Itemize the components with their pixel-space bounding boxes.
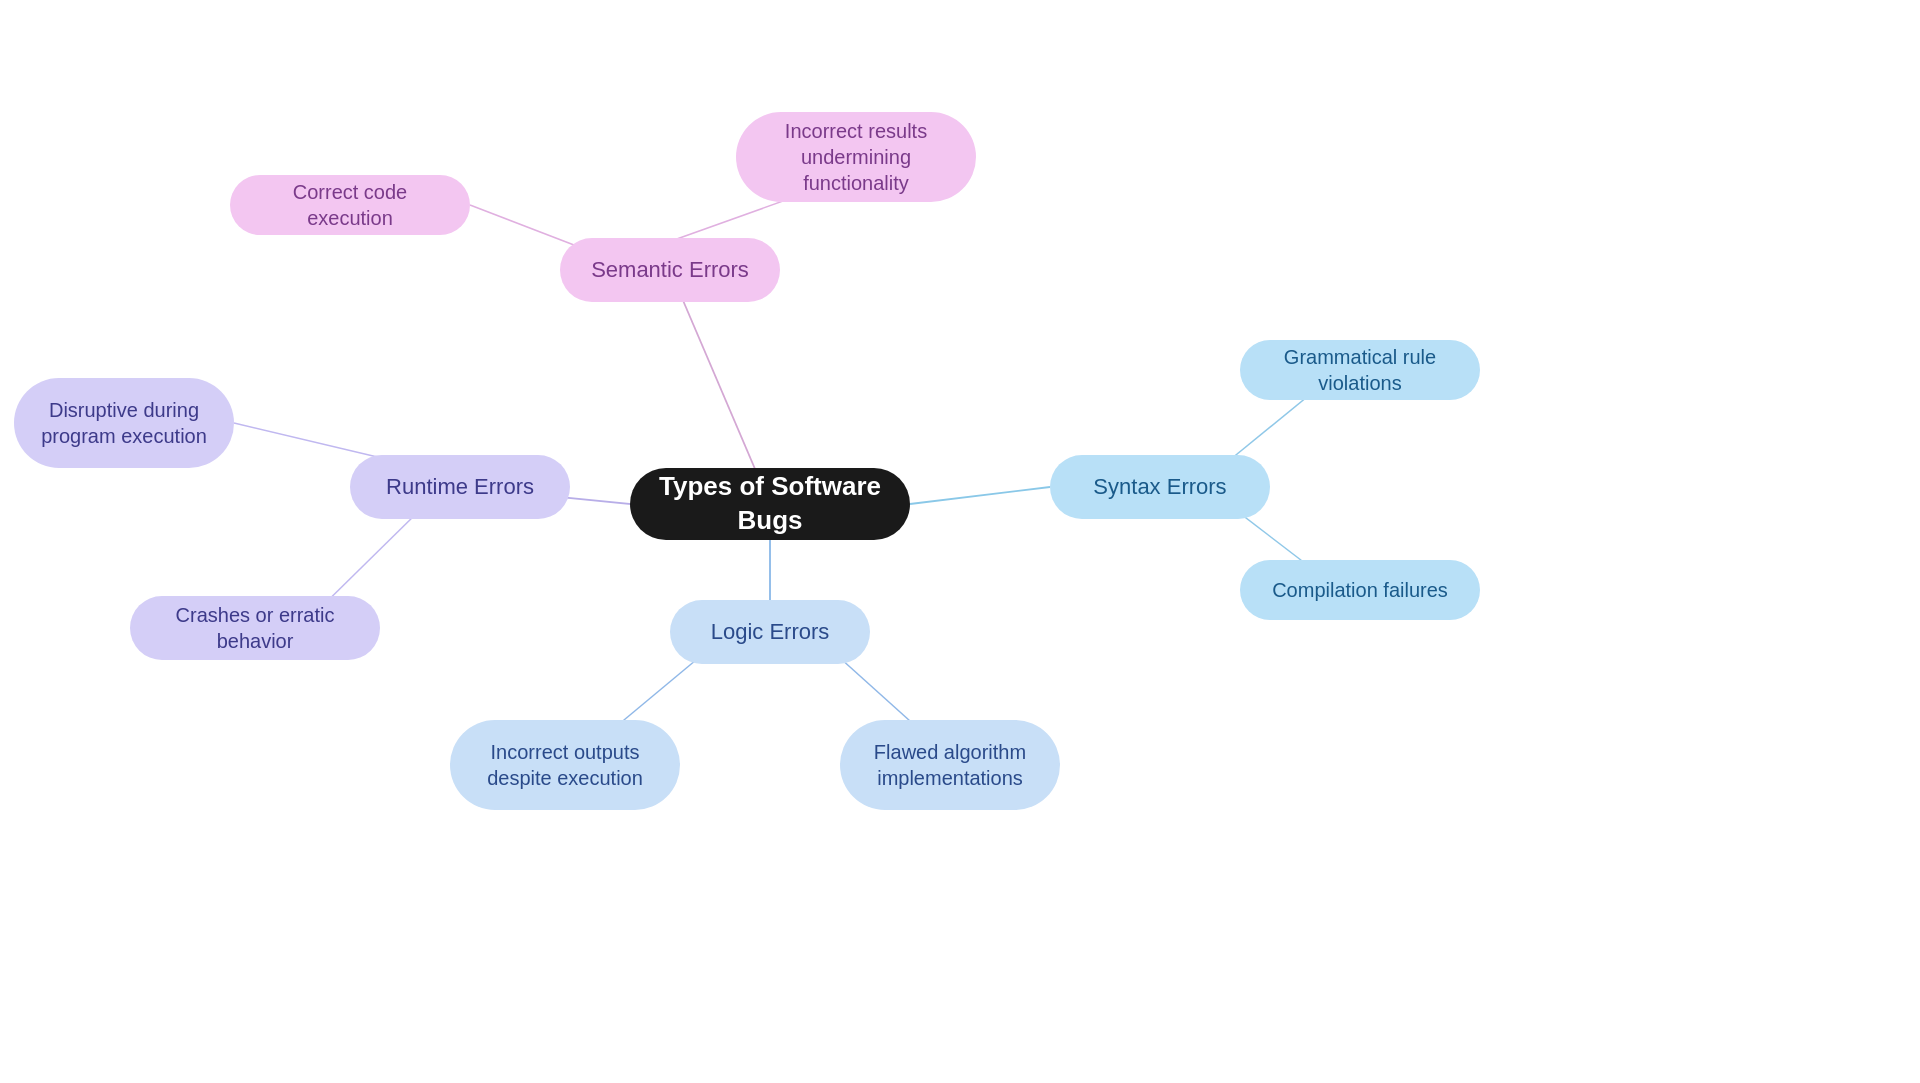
logic-errors-node: Logic Errors [670,600,870,664]
center-node: Types of Software Bugs [630,468,910,540]
flawed-algorithm-label: Flawed algorithm implementations [862,739,1038,791]
runtime-errors-node: Runtime Errors [350,455,570,519]
semantic-errors-node: Semantic Errors [560,238,780,302]
compilation-node: Compilation failures [1240,560,1480,620]
syntax-label: Syntax Errors [1093,473,1226,502]
incorrect-outputs-node: Incorrect outputs despite execution [450,720,680,810]
runtime-label: Runtime Errors [386,473,534,502]
compilation-label: Compilation failures [1272,577,1448,603]
logic-label: Logic Errors [711,618,830,647]
syntax-errors-node: Syntax Errors [1050,455,1270,519]
incorrect-outputs-label: Incorrect outputs despite execution [472,739,658,791]
incorrect-results-label: Incorrect results undermining functional… [758,118,954,196]
disruptive-node: Disruptive during program execution [14,378,234,468]
svg-line-2 [910,487,1050,504]
incorrect-results-node: Incorrect results undermining functional… [736,112,976,202]
crashes-label: Crashes or erratic behavior [152,602,358,654]
correct-code-label: Correct code execution [252,179,448,231]
grammatical-node: Grammatical rule violations [1240,340,1480,400]
flawed-algorithm-node: Flawed algorithm implementations [840,720,1060,810]
crashes-node: Crashes or erratic behavior [130,596,380,660]
center-label: Types of Software Bugs [652,470,888,538]
svg-line-6 [234,423,390,460]
grammatical-label: Grammatical rule violations [1262,344,1458,396]
correct-code-node: Correct code execution [230,175,470,235]
disruptive-label: Disruptive during program execution [36,397,212,449]
semantic-label: Semantic Errors [591,256,749,285]
